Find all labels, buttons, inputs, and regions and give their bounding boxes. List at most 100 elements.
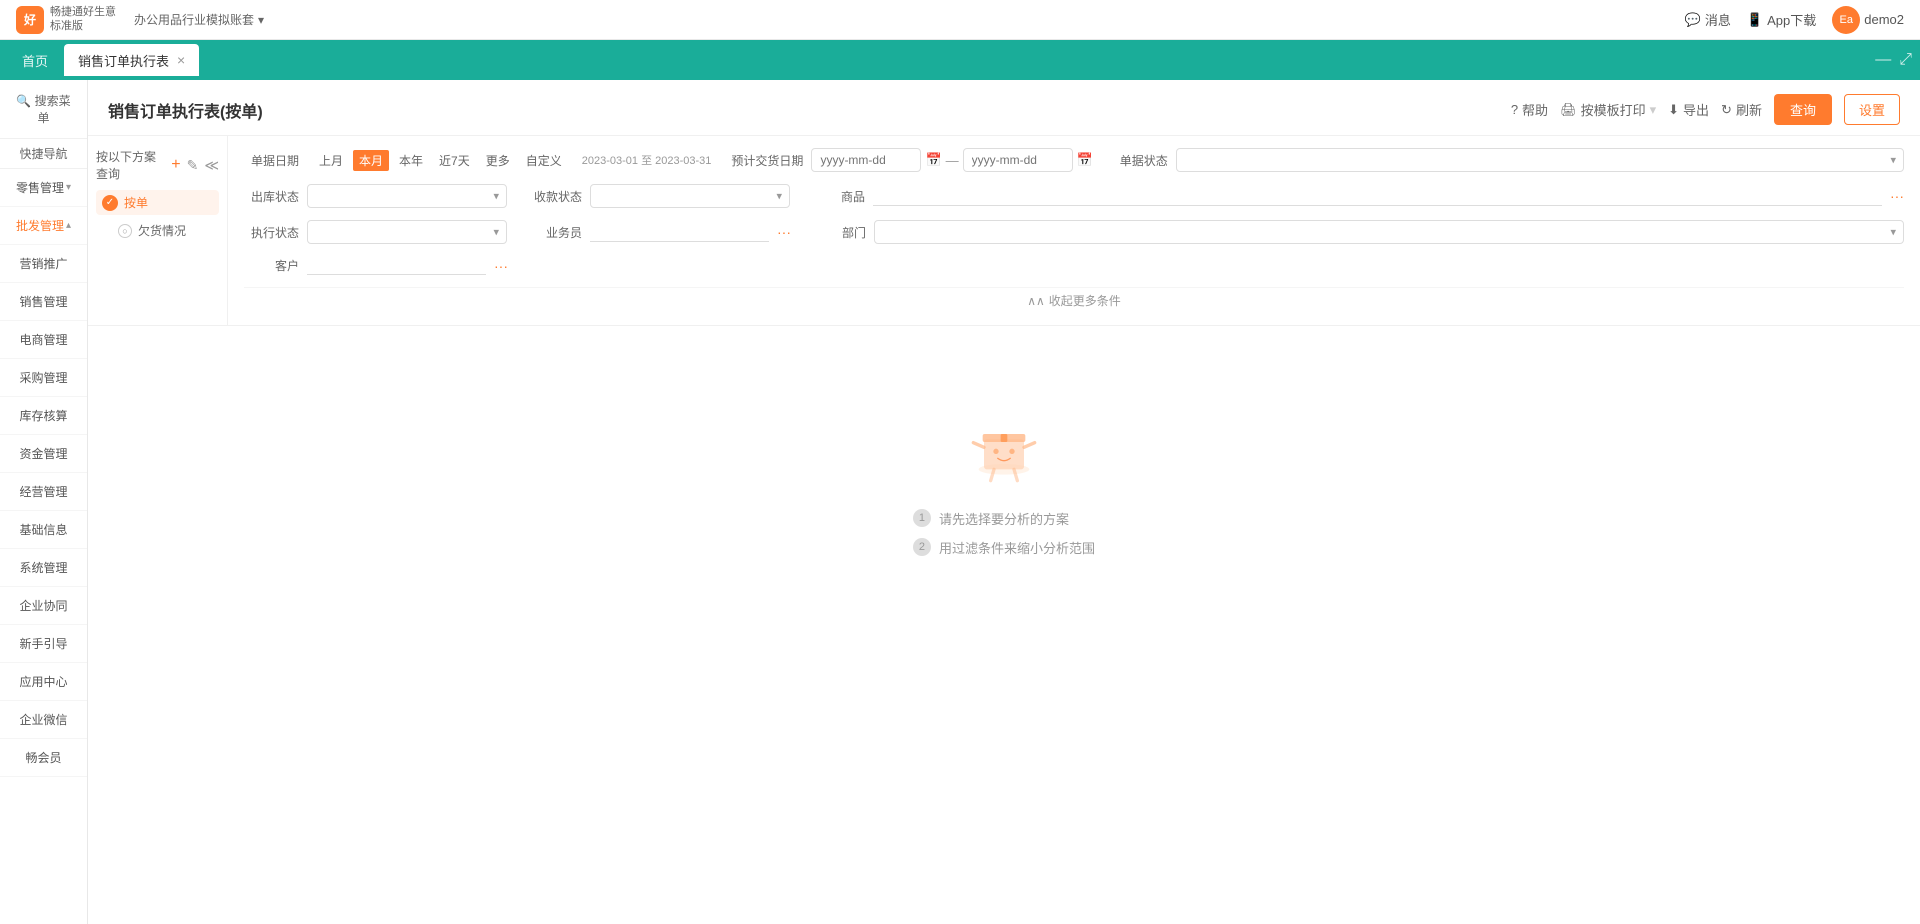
salesperson-label: 业务员 <box>527 224 582 241</box>
search-menu-button[interactable]: 🔍 搜索菜单 <box>8 88 79 130</box>
date-tabs: 上月 本月 本年 近7天 更多 自定义 <box>313 150 568 171</box>
filter-area: 按以下方案查询 + ✎ ≪ ✓ 按单 ○ 欠货情况 <box>88 136 1920 326</box>
calendar-to-icon[interactable]: 📅 <box>1077 152 1093 168</box>
sidebar-item-basic[interactable]: 基础信息 <box>0 511 87 549</box>
sidebar-item-inventory[interactable]: 库存核算 <box>0 397 87 435</box>
print-dropdown-icon: ▾ <box>1650 102 1657 118</box>
scheme-collapse-button[interactable]: ≪ <box>204 157 219 174</box>
tab-sales-exec[interactable]: 销售订单执行表 × <box>64 44 199 76</box>
sidebar-item-marketing[interactable]: 营销推广 <box>0 245 87 283</box>
scheme-active-icon: ✓ <box>102 195 118 211</box>
tab-home[interactable]: 首页 <box>8 44 62 76</box>
expected-date-label: 预计交货日期 <box>731 152 803 169</box>
message-button[interactable]: 💬 消息 <box>1685 10 1731 29</box>
sidebar-item-vip[interactable]: 畅会员 <box>0 739 87 777</box>
salesperson-input[interactable] <box>590 223 769 242</box>
filter-row-3: 执行状态 业务员 ··· <box>244 220 1904 244</box>
top-bar: 好 畅捷通好生意 标准版 办公用品行业模拟账套 ▾ 💬 消息 📱 App下载 E… <box>0 0 1920 40</box>
scheme-add-button[interactable]: + <box>171 156 180 174</box>
logo-text: 畅捷通好生意 标准版 <box>50 6 116 32</box>
product-input[interactable] <box>873 187 1882 206</box>
scheme-item-按单[interactable]: ✓ 按单 <box>96 190 219 215</box>
empty-illustration <box>964 406 1044 489</box>
app-download-button[interactable]: 📱 App下载 <box>1747 10 1816 29</box>
export-button[interactable]: ⬇ 导出 <box>1668 100 1709 119</box>
sidebar-quick-nav[interactable]: 快捷导航 <box>0 139 87 169</box>
collapse-button[interactable]: ∧∧ 收起更多条件 <box>1027 292 1121 309</box>
exec-status-label: 执行状态 <box>244 224 299 241</box>
sidebar-item-wholesale[interactable]: 批发管理 ▴ <box>0 207 87 245</box>
dept-select[interactable] <box>874 220 1904 244</box>
sidebar-item-wechat[interactable]: 企业微信 <box>0 701 87 739</box>
date-tab-this-year[interactable]: 本年 <box>393 150 429 171</box>
sidebar-item-ops[interactable]: 经营管理 <box>0 473 87 511</box>
tip-num-2: 2 <box>913 538 931 556</box>
customer-input[interactable] <box>307 256 486 275</box>
customer-more-icon[interactable]: ··· <box>494 258 508 274</box>
product-label: 商品 <box>810 188 865 205</box>
sidebar-item-finance[interactable]: 资金管理 <box>0 435 87 473</box>
doc-status-label: 单据状态 <box>1113 152 1168 169</box>
help-icon: ? <box>1511 102 1518 117</box>
chevron-down-icon: ▾ <box>66 182 71 193</box>
filter-row-2: 出库状态 收款状态 <box>244 184 1904 208</box>
sidebar-item-sales-mgmt[interactable]: 销售管理 <box>0 283 87 321</box>
avatar: Ea <box>1832 6 1860 34</box>
expected-date-field: 预计交货日期 📅 — 📅 <box>731 148 1092 172</box>
date-tab-more[interactable]: 更多 <box>480 150 516 171</box>
sidebar-item-purchase[interactable]: 采购管理 <box>0 359 87 397</box>
maximize-window-button[interactable]: ⤢ <box>1899 51 1912 69</box>
sidebar-item-retail[interactable]: 零售管理 ▾ <box>0 169 87 207</box>
dept-label: 部门 <box>811 224 866 241</box>
dept-field: 部门 <box>811 220 1904 244</box>
sidebar-item-app-center[interactable]: 应用中心 <box>0 663 87 701</box>
expected-date-to-input[interactable] <box>963 148 1073 172</box>
sidebar-item-enterprise[interactable]: 企业协同 <box>0 587 87 625</box>
print-icon: 🖨 <box>1560 102 1577 118</box>
collapse-row: ∧∧ 收起更多条件 <box>244 287 1904 313</box>
receipt-status-field: 收款状态 <box>527 184 790 208</box>
tab-close-icon[interactable]: × <box>177 53 185 67</box>
filter-row-4: 客户 ··· <box>244 256 1904 275</box>
sidebar-item-ecommerce[interactable]: 电商管理 <box>0 321 87 359</box>
sidebar-search-area: 🔍 搜索菜单 <box>0 80 87 139</box>
filter-scheme-title: 按以下方案查询 + ✎ ≪ <box>96 148 219 182</box>
user-avatar-area[interactable]: Ea demo2 <box>1832 6 1904 34</box>
minimize-window-button[interactable]: — <box>1875 51 1891 69</box>
calendar-from-icon[interactable]: 📅 <box>925 152 941 168</box>
filter-scheme-panel: 按以下方案查询 + ✎ ≪ ✓ 按单 ○ 欠货情况 <box>88 136 228 325</box>
exec-status-select[interactable] <box>307 220 507 244</box>
date-tab-this-month[interactable]: 本月 <box>353 150 389 171</box>
product-more-icon[interactable]: ··· <box>1890 188 1904 204</box>
sidebar-item-newbie[interactable]: 新手引导 <box>0 625 87 663</box>
exec-status-field: 执行状态 <box>244 220 507 244</box>
salesperson-more-icon[interactable]: ··· <box>777 224 791 240</box>
content-area: 销售订单执行表(按单) ? 帮助 🖨 按模板打印 ▾ ⬇ 导出 <box>88 80 1920 924</box>
receipt-status-select[interactable] <box>590 184 790 208</box>
setting-button[interactable]: 设置 <box>1844 94 1900 125</box>
sidebar-item-sys[interactable]: 系统管理 <box>0 549 87 587</box>
empty-tip-2: 2 用过滤条件来缩小分析范围 <box>913 538 1095 557</box>
date-tab-7days[interactable]: 近7天 <box>433 150 476 171</box>
help-button[interactable]: ? 帮助 <box>1511 100 1548 119</box>
date-tab-custom[interactable]: 自定义 <box>520 150 568 171</box>
empty-tip-1: 1 请先选择要分析的方案 <box>913 509 1095 528</box>
breadcrumb[interactable]: 办公用品行业模拟账套 ▾ <box>134 11 264 28</box>
main-layout: 🔍 搜索菜单 快捷导航 零售管理 ▾ 批发管理 ▴ 营销推广 销售管理 电商管理… <box>0 80 1920 924</box>
scheme-edit-button[interactable]: ✎ <box>187 157 199 174</box>
content-inner: 销售订单执行表(按单) ? 帮助 🖨 按模板打印 ▾ ⬇ 导出 <box>88 80 1920 924</box>
query-button[interactable]: 查询 <box>1774 94 1832 125</box>
doc-status-select[interactable] <box>1176 148 1904 172</box>
scheme-inactive-icon: ○ <box>118 224 132 238</box>
logo-area: 好 畅捷通好生意 标准版 <box>16 6 116 34</box>
print-button[interactable]: 🖨 按模板打印 ▾ <box>1560 100 1656 119</box>
refresh-button[interactable]: ↻ 刷新 <box>1721 100 1762 119</box>
date-sep: — <box>946 153 959 168</box>
out-status-label: 出库状态 <box>244 188 299 205</box>
product-field: 商品 ··· <box>810 187 1904 206</box>
page-header: 销售订单执行表(按单) ? 帮助 🖨 按模板打印 ▾ ⬇ 导出 <box>88 80 1920 136</box>
date-tab-last-month[interactable]: 上月 <box>313 150 349 171</box>
out-status-select[interactable] <box>307 184 507 208</box>
expected-date-from-input[interactable] <box>811 148 921 172</box>
scheme-item-欠货情况[interactable]: ○ 欠货情况 <box>96 219 219 242</box>
